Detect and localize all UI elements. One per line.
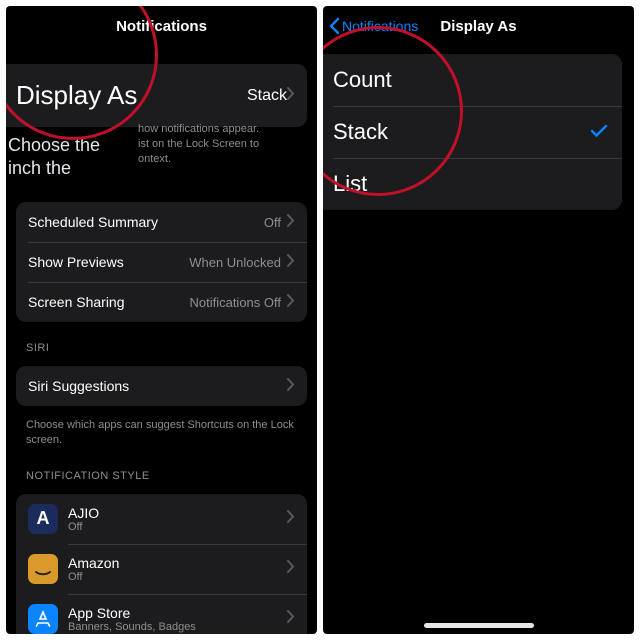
content: Display As Stack how notifications appea… bbox=[6, 46, 317, 634]
options-group: Count Stack List bbox=[323, 54, 622, 210]
chevron-right-icon bbox=[287, 87, 295, 105]
section-header-siri: SIRI bbox=[6, 330, 317, 358]
display-as-value: Stack bbox=[247, 87, 287, 105]
page-title: Notifications bbox=[116, 18, 207, 35]
option-stack[interactable]: Stack bbox=[323, 106, 622, 158]
chevron-right-icon bbox=[287, 378, 295, 394]
partial-text-choose: Choose the inch the bbox=[8, 134, 128, 181]
settings-group-apps: A AJIO Off Amazon Off bbox=[16, 494, 307, 634]
app-row-amazon[interactable]: Amazon Off bbox=[16, 544, 307, 594]
chevron-right-icon bbox=[287, 560, 295, 578]
row-siri-suggestions[interactable]: Siri Suggestions bbox=[16, 366, 307, 406]
chevron-right-icon bbox=[287, 214, 295, 230]
option-count[interactable]: Count bbox=[323, 54, 622, 106]
back-label: Notifications bbox=[342, 18, 418, 34]
chevron-right-icon bbox=[287, 510, 295, 528]
display-as-label: Display As bbox=[16, 80, 247, 111]
section-header-style: NOTIFICATION STYLE bbox=[6, 458, 317, 486]
app-icon bbox=[28, 604, 58, 634]
checkmark-icon bbox=[590, 122, 608, 143]
settings-group-general: Scheduled Summary Off Show Previews When… bbox=[16, 202, 307, 322]
chevron-right-icon bbox=[287, 254, 295, 270]
app-row-ajio[interactable]: A AJIO Off bbox=[16, 494, 307, 544]
display-as-description: how notifications appear. ist on the Loc… bbox=[138, 122, 301, 167]
home-indicator[interactable] bbox=[424, 623, 534, 628]
chevron-left-icon bbox=[329, 17, 340, 35]
navbar: Notifications Display As bbox=[323, 6, 634, 46]
navbar: Notifications bbox=[6, 6, 317, 46]
content: Count Stack List bbox=[323, 46, 634, 634]
app-icon: A bbox=[28, 504, 58, 534]
page-title: Display As bbox=[440, 18, 516, 35]
chevron-right-icon bbox=[287, 610, 295, 628]
back-button[interactable]: Notifications bbox=[329, 6, 418, 46]
phone-notifications: Notifications Display As Stack how notif… bbox=[6, 6, 317, 634]
settings-group-siri: Siri Suggestions bbox=[16, 366, 307, 406]
display-as-row[interactable]: Display As Stack bbox=[6, 64, 307, 127]
row-show-previews[interactable]: Show Previews When Unlocked bbox=[16, 242, 307, 282]
app-row-appstore[interactable]: App Store Banners, Sounds, Badges bbox=[16, 594, 307, 634]
option-list[interactable]: List bbox=[323, 158, 622, 210]
row-screen-sharing[interactable]: Screen Sharing Notifications Off bbox=[16, 282, 307, 322]
chevron-right-icon bbox=[287, 294, 295, 310]
row-scheduled-summary[interactable]: Scheduled Summary Off bbox=[16, 202, 307, 242]
phone-display-as: Notifications Display As Count Stack Lis… bbox=[323, 6, 634, 634]
siri-footer-note: Choose which apps can suggest Shortcuts … bbox=[6, 414, 317, 458]
app-icon bbox=[28, 554, 58, 584]
